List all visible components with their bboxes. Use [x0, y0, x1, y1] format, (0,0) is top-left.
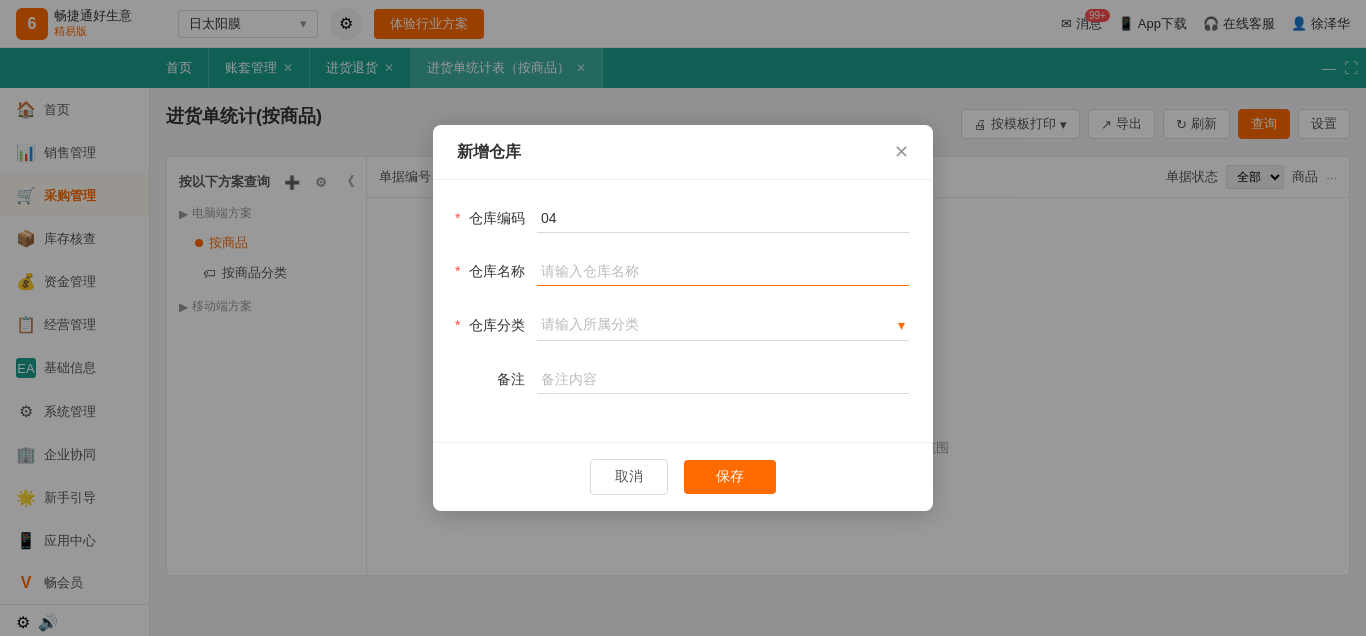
save-button[interactable]: 保存: [684, 460, 776, 494]
form-row-name: 仓库名称: [457, 257, 909, 286]
cancel-button[interactable]: 取消: [590, 459, 668, 495]
warehouse-note-input[interactable]: [537, 365, 909, 394]
warehouse-name-input[interactable]: [537, 257, 909, 286]
form-row-code: 仓库编码: [457, 204, 909, 233]
name-label: 仓库名称: [457, 263, 537, 281]
form-row-note: 备注: [457, 365, 909, 394]
category-select[interactable]: 请输入所属分类 ▾: [537, 310, 909, 341]
modal-body: 仓库编码 仓库名称 仓库分类 请输入所属分类 ▾ 备注: [433, 180, 933, 442]
note-label: 备注: [457, 371, 537, 389]
form-row-category: 仓库分类 请输入所属分类 ▾: [457, 310, 909, 341]
modal-overlay: 新增仓库 ✕ 仓库编码 仓库名称 仓库分类 请输入所属分类 ▾: [0, 0, 1366, 636]
warehouse-code-input[interactable]: [537, 204, 909, 233]
category-placeholder: 请输入所属分类: [541, 316, 898, 334]
new-warehouse-modal: 新增仓库 ✕ 仓库编码 仓库名称 仓库分类 请输入所属分类 ▾: [433, 125, 933, 511]
code-label: 仓库编码: [457, 210, 537, 228]
modal-footer: 取消 保存: [433, 442, 933, 511]
chevron-down-icon: ▾: [898, 317, 905, 333]
category-label: 仓库分类: [457, 317, 537, 335]
modal-close-button[interactable]: ✕: [894, 141, 909, 163]
modal-header: 新增仓库 ✕: [433, 125, 933, 180]
modal-title: 新增仓库: [457, 142, 521, 163]
